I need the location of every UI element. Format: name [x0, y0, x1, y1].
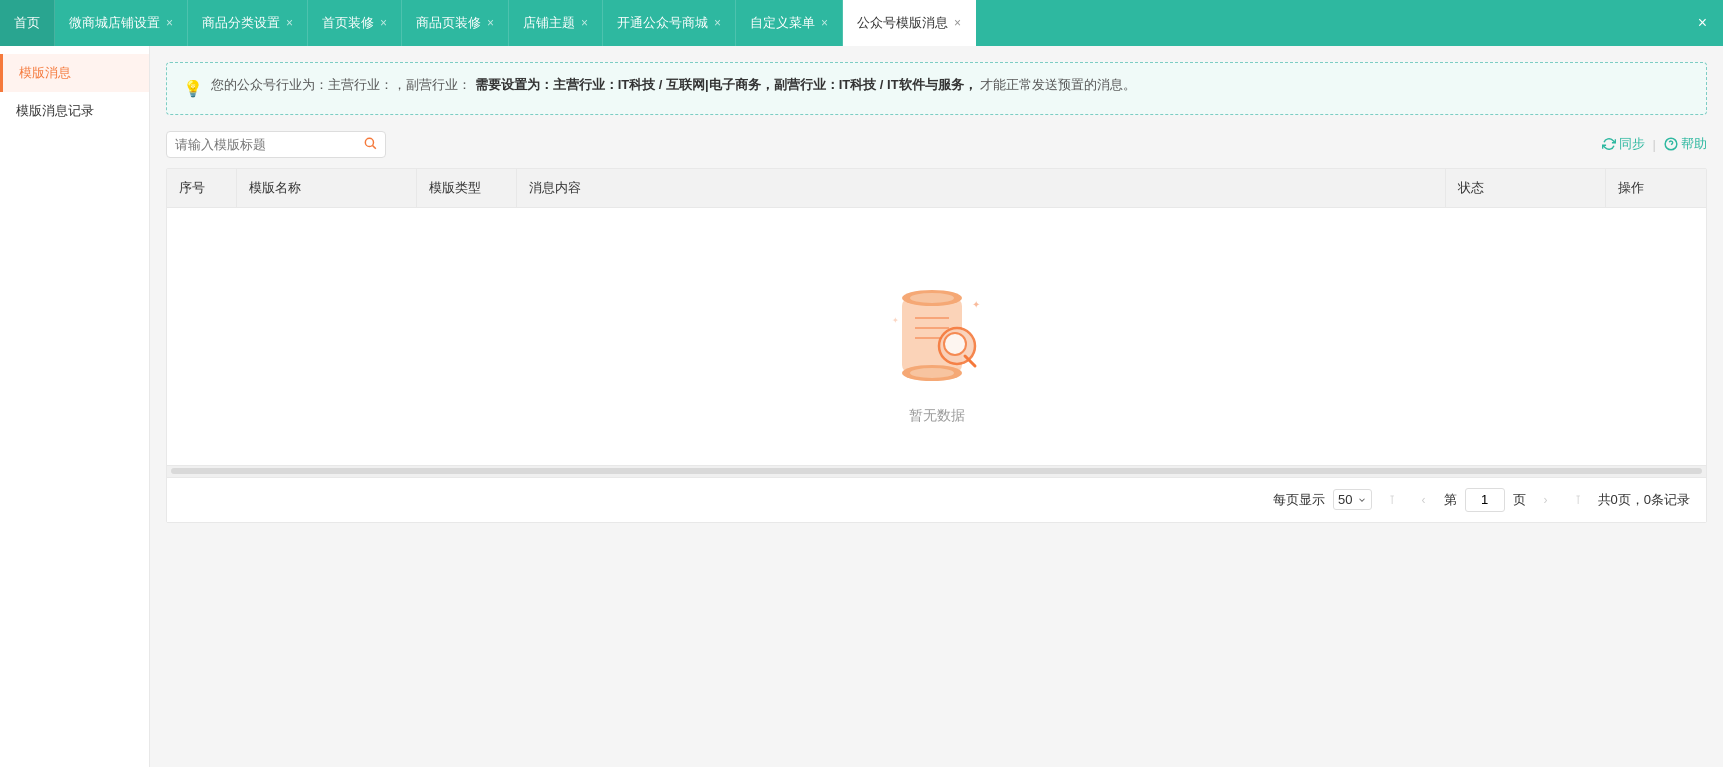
sidebar: 模版消息 模版消息记录 [0, 46, 150, 767]
page-size-select[interactable]: 50 [1333, 489, 1371, 510]
search-area [166, 131, 386, 158]
toolbar-right: 同步 | 帮助 [1602, 135, 1707, 153]
toolbar: 同步 | 帮助 [166, 131, 1707, 158]
next-page-button[interactable]: › [1534, 488, 1558, 512]
svg-point-9 [910, 368, 954, 378]
page-number-input[interactable] [1465, 488, 1505, 512]
empty-state: ✦ ✦ 暂无数据 [167, 208, 1706, 465]
svg-text:✦: ✦ [892, 316, 899, 325]
empty-text: 暂无数据 [187, 407, 1686, 425]
close-icon[interactable]: × [487, 16, 494, 30]
col-header-type: 模版类型 [417, 169, 517, 207]
nav-tab-template-msg[interactable]: 公众号模版消息 × [843, 0, 976, 46]
empty-illustration: ✦ ✦ [877, 268, 997, 388]
close-icon[interactable]: × [581, 16, 588, 30]
close-all-button[interactable]: × [1682, 0, 1723, 46]
page-size-value: 50 [1338, 492, 1352, 507]
help-button[interactable]: 帮助 [1664, 135, 1707, 153]
close-icon[interactable]: × [954, 16, 961, 30]
sync-button[interactable]: 同步 [1602, 135, 1645, 153]
first-page-button[interactable]: ⊺ [1380, 488, 1404, 512]
sidebar-item-template-msg-record[interactable]: 模版消息记录 [0, 92, 149, 130]
layout: 模版消息 模版消息记录 💡 您的公众号行业为：主营行业：，副营行业： 需要设置为… [0, 46, 1723, 767]
close-icon[interactable]: × [821, 16, 828, 30]
nav-tab-category[interactable]: 商品分类设置 × [188, 0, 308, 46]
nav-tab-menu[interactable]: 自定义菜单 × [736, 0, 843, 46]
total-info: 共0页，0条记录 [1598, 491, 1690, 509]
pagination: 每页显示 50 ⊺ ‹ 第 页 › ⊺ 共0页，0条记录 [167, 477, 1706, 522]
nav-tab-theme[interactable]: 店铺主题 × [509, 0, 603, 46]
svg-line-1 [373, 145, 376, 148]
close-icon[interactable]: × [714, 16, 721, 30]
scrollbar-track [171, 468, 1702, 474]
main-content: 💡 您的公众号行业为：主营行业：，副营行业： 需要设置为：主营行业：IT科技 /… [150, 46, 1723, 767]
close-icon[interactable]: × [166, 16, 173, 30]
lightbulb-icon: 💡 [183, 76, 203, 102]
col-header-content: 消息内容 [517, 169, 1446, 207]
search-input[interactable] [175, 137, 363, 152]
nav-tab-shop-setting[interactable]: 微商城店铺设置 × [55, 0, 188, 46]
col-header-seq: 序号 [167, 169, 237, 207]
last-page-button[interactable]: ⊺ [1566, 488, 1590, 512]
nav-tab-mall[interactable]: 开通公众号商城 × [603, 0, 736, 46]
horizontal-scrollbar[interactable] [167, 465, 1706, 477]
nav-tab-home-decor[interactable]: 首页装修 × [308, 0, 402, 46]
col-header-action: 操作 [1606, 169, 1706, 207]
data-table: 序号 模版名称 模版类型 消息内容 状态 操作 [166, 168, 1707, 523]
table-header: 序号 模版名称 模版类型 消息内容 状态 操作 [167, 169, 1706, 208]
prev-page-button[interactable]: ‹ [1412, 488, 1436, 512]
nav-tab-home[interactable]: 首页 [0, 0, 55, 46]
close-icon[interactable]: × [286, 16, 293, 30]
page-text: 第 [1444, 491, 1457, 509]
page-size-label: 每页显示 [1273, 491, 1325, 509]
svg-point-0 [365, 138, 373, 146]
col-header-name: 模版名称 [237, 169, 417, 207]
top-nav: 首页 微商城店铺设置 × 商品分类设置 × 首页装修 × 商品页装修 × 店铺主… [0, 0, 1723, 46]
page-unit: 页 [1513, 491, 1526, 509]
col-header-status: 状态 [1446, 169, 1606, 207]
search-button[interactable] [363, 136, 377, 153]
sidebar-item-template-msg[interactable]: 模版消息 [0, 54, 149, 92]
notice-box: 💡 您的公众号行业为：主营行业：，副营行业： 需要设置为：主营行业：IT科技 /… [166, 62, 1707, 115]
close-icon[interactable]: × [380, 16, 387, 30]
svg-point-14 [944, 333, 966, 355]
svg-point-7 [910, 293, 954, 303]
svg-text:✦: ✦ [972, 299, 980, 310]
nav-tab-product-decor[interactable]: 商品页装修 × [402, 0, 509, 46]
